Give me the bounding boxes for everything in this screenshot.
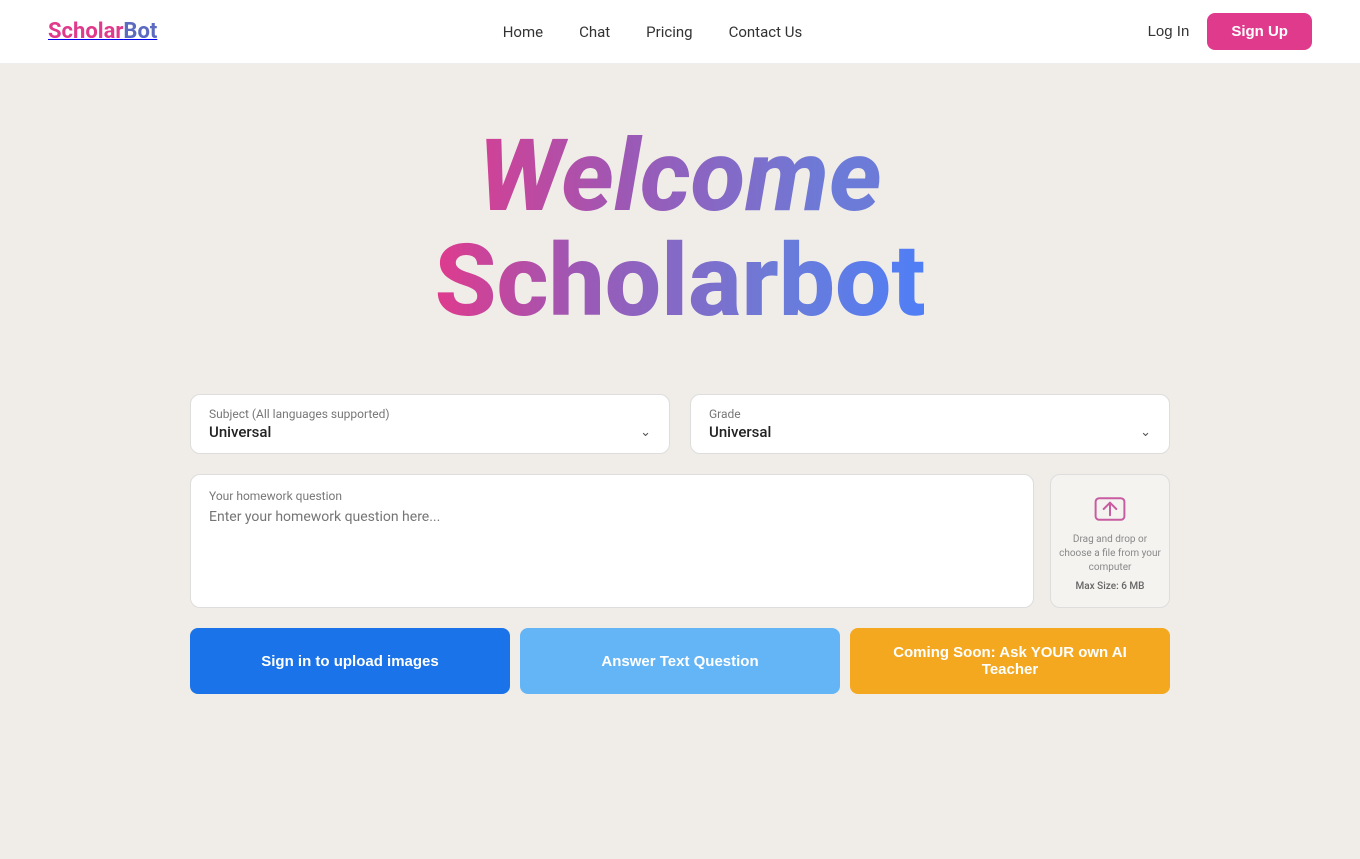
coming-soon-button[interactable]: Coming Soon: Ask YOUR own AI Teacher (850, 628, 1170, 694)
upload-icon (1092, 491, 1128, 527)
select-row: Subject (All languages supported) Univer… (190, 394, 1170, 454)
nav-links: Home Chat Pricing Contact Us (503, 22, 803, 41)
upload-box[interactable]: Drag and drop or choose a file from your… (1050, 474, 1170, 608)
upload-max: Max Size: 6 MB (1076, 581, 1145, 592)
hero-line1: Welcome (434, 124, 925, 229)
grade-label: Grade (709, 407, 1151, 421)
nav-home[interactable]: Home (503, 23, 543, 41)
subject-value: Universal ⌄ (209, 423, 651, 441)
nav-contact[interactable]: Contact Us (729, 23, 803, 41)
grade-select[interactable]: Grade Universal ⌄ (690, 394, 1170, 454)
hero-line2: Scholarbot (434, 229, 925, 334)
navbar: ScholarBot Home Chat Pricing Contact Us … (0, 0, 1360, 64)
subject-chevron-icon: ⌄ (640, 425, 651, 440)
upload-hint: Drag and drop or choose a file from your… (1059, 533, 1161, 575)
subject-label: Subject (All languages supported) (209, 407, 651, 421)
nav-pricing[interactable]: Pricing (646, 23, 692, 41)
answer-text-button[interactable]: Answer Text Question (520, 628, 840, 694)
nav-chat[interactable]: Chat (579, 23, 610, 41)
form-container: Subject (All languages supported) Univer… (190, 394, 1170, 694)
logo[interactable]: ScholarBot (48, 19, 157, 44)
homework-textarea[interactable] (209, 509, 1015, 589)
button-row: Sign in to upload images Answer Text Que… (190, 628, 1170, 694)
subject-select[interactable]: Subject (All languages supported) Univer… (190, 394, 670, 454)
upload-images-button[interactable]: Sign in to upload images (190, 628, 510, 694)
login-button[interactable]: Log In (1148, 23, 1190, 40)
signup-button[interactable]: Sign Up (1207, 13, 1312, 50)
nav-actions: Log In Sign Up (1148, 13, 1312, 50)
hero-title: Welcome Scholarbot (434, 124, 925, 334)
textarea-group: Your homework question (190, 474, 1034, 608)
main-content: Welcome Scholarbot Subject (All language… (0, 64, 1360, 754)
textarea-label: Your homework question (209, 489, 1015, 503)
grade-value: Universal ⌄ (709, 423, 1151, 441)
grade-chevron-icon: ⌄ (1140, 425, 1151, 440)
input-row: Your homework question Drag and drop or … (190, 474, 1170, 608)
